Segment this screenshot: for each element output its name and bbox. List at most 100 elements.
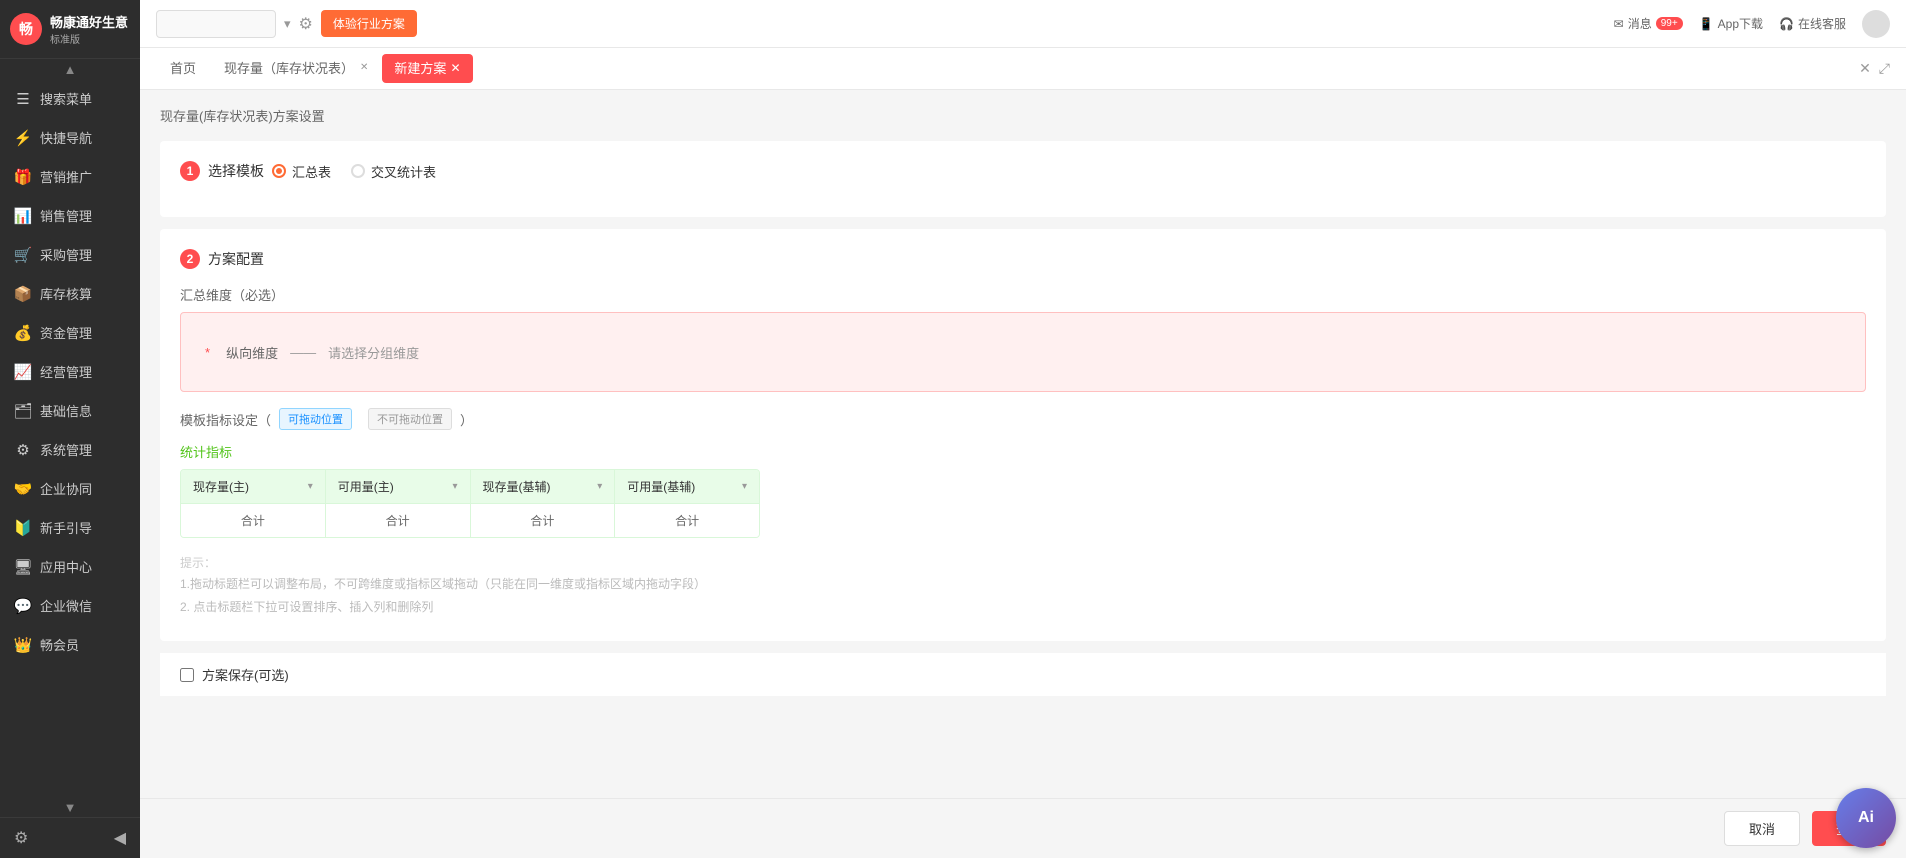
sidebar-item-label: 经营管理 <box>40 362 92 381</box>
settings-footer-icon[interactable]: ⚙ <box>14 828 28 848</box>
chevron-down-icon-2[interactable]: ▾ <box>597 481 602 492</box>
radio-cross[interactable]: 交叉统计表 <box>351 162 436 181</box>
collapse-sidebar-icon[interactable]: ◀ <box>114 828 126 848</box>
sidebar-item-label: 应用中心 <box>40 557 92 576</box>
tab-new-plan[interactable]: 新建方案 ✕ <box>382 54 472 83</box>
finance-icon: 💰 <box>14 324 32 342</box>
search-input[interactable] <box>156 10 276 38</box>
window-controls: ✕ ⤢ <box>1859 60 1890 77</box>
tab-new-close[interactable]: ✕ <box>450 61 460 75</box>
search-menu-icon: ☰ <box>14 90 32 108</box>
purchase-icon: 🛒 <box>14 246 32 264</box>
window-expand-btn[interactable]: ⤢ <box>1879 60 1890 77</box>
stats-header-3[interactable]: 可用量(基辅) ▾ <box>615 470 759 504</box>
sidebar-item-label: 系统管理 <box>40 440 92 459</box>
stats-col-0-label: 现存量(主) <box>193 478 249 495</box>
stats-header-2[interactable]: 现存量(基辅) ▾ <box>471 470 615 504</box>
sidebar-footer: ⚙ ◀ <box>0 817 140 858</box>
save-option-section: 方案保存(可选) <box>160 653 1886 696</box>
message-badge: 99+ <box>1656 17 1683 30</box>
content-area: 现存量(库存状况表)方案设置 1 选择模板 汇总表 交叉统计表 <box>140 90 1906 798</box>
topbar-right: ✉ 消息 99+ 📱 App下载 🎧 在线客服 <box>1614 10 1890 38</box>
sidebar-item-management[interactable]: 📈 经营管理 <box>0 352 140 391</box>
sidebar-item-shortcuts[interactable]: ⚡ 快捷导航 <box>0 118 140 157</box>
stats-body-2: 合计 <box>471 504 615 537</box>
logo-letter: 畅 <box>19 19 33 39</box>
topbar: ▾ ⚙ 体验行业方案 ✉ 消息 99+ 📱 App下载 🎧 在线客服 <box>140 0 1906 48</box>
sidebar-item-weixin[interactable]: 💬 企业微信 <box>0 586 140 625</box>
chevron-down-icon-3[interactable]: ▾ <box>742 481 747 492</box>
online-service-item[interactable]: 🎧 在线客服 <box>1779 15 1846 32</box>
dimension-dash: —— <box>290 345 316 360</box>
cancel-button[interactable]: 取消 <box>1724 811 1800 846</box>
online-service-label: 在线客服 <box>1798 15 1846 32</box>
stats-header-1[interactable]: 可用量(主) ▾ <box>326 470 470 504</box>
window-close-btn[interactable]: ✕ <box>1859 60 1871 77</box>
sidebar-header: 畅 畅康通好生意 标准版 <box>0 0 140 59</box>
management-icon: 📈 <box>14 363 32 381</box>
industry-plan-button[interactable]: 体验行业方案 <box>321 10 417 37</box>
system-icon: ⚙ <box>14 441 32 459</box>
tab-inventory-status[interactable]: 现存量（库存状况表） ✕ <box>210 48 382 89</box>
inventory-icon: 📦 <box>14 285 32 303</box>
sidebar-scroll-down[interactable]: ▼ <box>0 797 140 817</box>
radio-cross-label: 交叉统计表 <box>371 162 436 181</box>
sidebar-item-inventory[interactable]: 📦 库存核算 <box>0 274 140 313</box>
sidebar-item-purchase[interactable]: 🛒 采购管理 <box>0 235 140 274</box>
ai-float-button[interactable]: Ai <box>1836 788 1896 848</box>
sidebar-item-collab[interactable]: 🤝 企业协同 <box>0 469 140 508</box>
sidebar-item-finance[interactable]: 💰 资金管理 <box>0 313 140 352</box>
app-name: 畅康通好生意 <box>50 12 128 31</box>
main-area: ▾ ⚙ 体验行业方案 ✉ 消息 99+ 📱 App下载 🎧 在线客服 首页 <box>140 0 1906 858</box>
sidebar-item-system[interactable]: ⚙ 系统管理 <box>0 430 140 469</box>
app-logo: 畅 <box>10 13 42 45</box>
stats-body-1: 合计 <box>326 504 470 537</box>
tab-home[interactable]: 首页 <box>156 48 210 89</box>
chevron-down-icon-0[interactable]: ▾ <box>308 481 313 492</box>
stats-col-2-label: 现存量(基辅) <box>483 478 551 495</box>
sidebar-item-search[interactable]: ☰ 搜索菜单 <box>0 79 140 118</box>
search-dropdown-icon[interactable]: ▾ <box>284 16 291 32</box>
sidebar-item-vip[interactable]: 👑 畅会员 <box>0 625 140 664</box>
radio-dot-summary <box>272 164 286 178</box>
app-download-icon: 📱 <box>1699 17 1714 31</box>
tabs-bar: 首页 现存量（库存状况表） ✕ 新建方案 ✕ ✕ ⤢ <box>140 48 1906 90</box>
save-checkbox[interactable] <box>180 668 194 682</box>
sidebar-item-basic-info[interactable]: 🗂 基础信息 <box>0 391 140 430</box>
user-avatar[interactable] <box>1862 10 1890 38</box>
topbar-settings-icon[interactable]: ⚙ <box>299 14 313 34</box>
chevron-down-icon-1[interactable]: ▾ <box>452 481 457 492</box>
app-download-item[interactable]: 📱 App下载 <box>1699 15 1763 32</box>
no-drag-badge: 不可拖动位置 <box>368 408 452 430</box>
app-title-block: 畅康通好生意 标准版 <box>50 12 128 46</box>
stats-col-1: 可用量(主) ▾ 合计 <box>326 470 471 537</box>
sidebar-item-label: 新手引导 <box>40 518 92 537</box>
weixin-icon: 💬 <box>14 597 32 615</box>
sidebar-scroll-up[interactable]: ▲ <box>0 59 140 79</box>
breadcrumb: 现存量(库存状况表)方案设置 <box>160 106 1886 125</box>
dimension-section-label: 汇总维度（必选） <box>180 285 1866 304</box>
tab-inventory-label: 现存量（库存状况表） <box>224 58 354 77</box>
sidebar-item-sales[interactable]: 📊 销售管理 <box>0 196 140 235</box>
tab-inventory-close[interactable]: ✕ <box>360 63 368 73</box>
save-option-label: 方案保存(可选) <box>202 665 289 684</box>
radio-summary[interactable]: 汇总表 <box>272 162 331 181</box>
sidebar-item-app-center[interactable]: 🖥 应用中心 <box>0 547 140 586</box>
message-item[interactable]: ✉ 消息 99+ <box>1614 15 1683 32</box>
stats-table-header: 现存量(主) ▾ 合计 可用量(主) ▾ 合计 <box>181 470 759 537</box>
sidebar: 畅 畅康通好生意 标准版 ▲ ☰ 搜索菜单 ⚡ 快捷导航 🎁 营销推广 📊 销售… <box>0 0 140 858</box>
stats-header-0[interactable]: 现存量(主) ▾ <box>181 470 325 504</box>
dimension-box[interactable]: * 纵向维度 —— 请选择分组维度 <box>180 312 1866 392</box>
sidebar-item-label: 库存核算 <box>40 284 92 303</box>
stats-col-0: 现存量(主) ▾ 合计 <box>181 470 326 537</box>
sidebar-item-newbie[interactable]: 🔰 新手引导 <box>0 508 140 547</box>
sidebar-item-label: 快捷导航 <box>40 128 92 147</box>
ai-float-label: Ai <box>1858 809 1874 827</box>
stats-col-3-label: 可用量(基辅) <box>627 478 695 495</box>
sidebar-item-marketing[interactable]: 🎁 营销推广 <box>0 157 140 196</box>
shortcuts-icon: ⚡ <box>14 129 32 147</box>
tab-home-label: 首页 <box>170 58 196 77</box>
stats-body-3: 合计 <box>615 504 759 537</box>
indicator-label-close: ） <box>460 410 473 429</box>
basic-info-icon: 🗂 <box>14 402 32 420</box>
